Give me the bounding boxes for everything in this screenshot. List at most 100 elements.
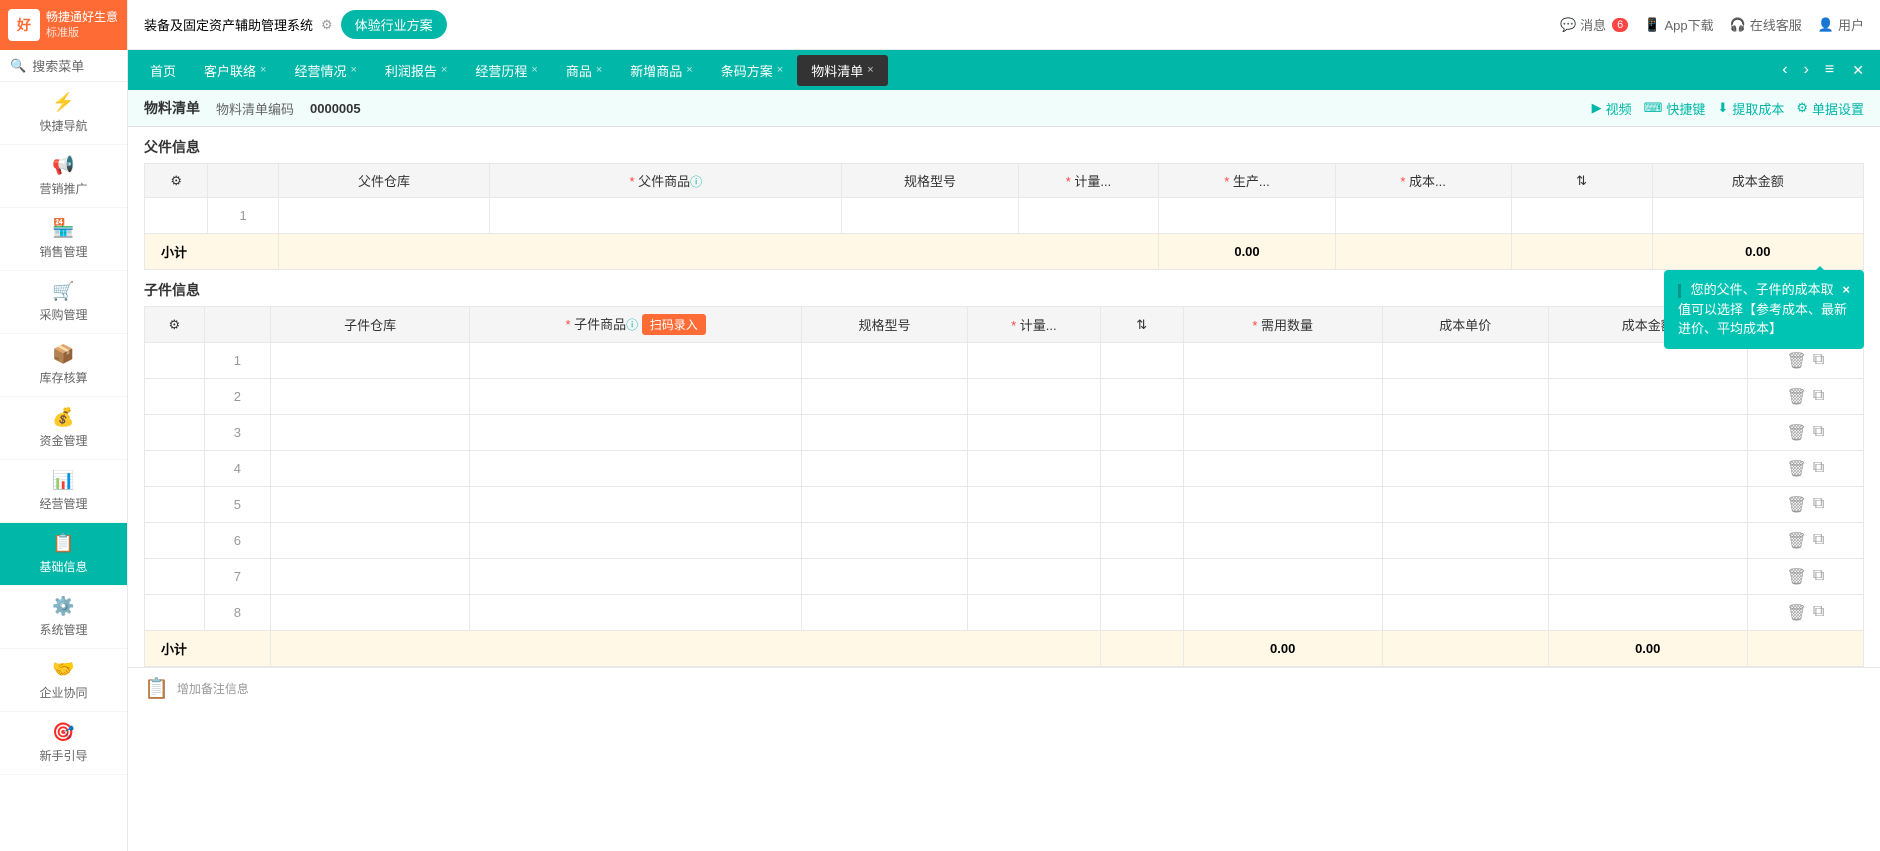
child-row8-spec[interactable]	[802, 595, 968, 631]
delete-icon-2[interactable]: 🗑	[1787, 387, 1807, 407]
child-row4-qty[interactable]	[1183, 451, 1382, 487]
copy-icon-6[interactable]: ⧉	[1813, 531, 1824, 551]
delete-icon-7[interactable]: 🗑	[1787, 567, 1807, 587]
child-row4-warehouse[interactable]	[271, 451, 470, 487]
child-row1-spec[interactable]	[802, 343, 968, 379]
sidebar-item-guide[interactable]: 🎯 新手引导	[0, 712, 127, 775]
tab-profit-close[interactable]: ×	[441, 64, 447, 76]
copy-icon-3[interactable]: ⧉	[1813, 423, 1824, 443]
tab-profit[interactable]: 利润报告 ×	[371, 55, 461, 86]
sidebar-item-operations[interactable]: 📊 经营管理	[0, 460, 127, 523]
child-row6-warehouse[interactable]	[271, 523, 470, 559]
child-row3-unit[interactable]	[967, 415, 1100, 451]
tab-barcode-close[interactable]: ×	[777, 64, 783, 76]
extract-cost-btn[interactable]: ⬇ 提取成本	[1717, 99, 1784, 118]
settings-icon[interactable]: ⚙	[321, 17, 333, 33]
child-row4-spec[interactable]	[802, 451, 968, 487]
sidebar-item-purchase[interactable]: 🛒 采购管理	[0, 271, 127, 334]
child-row3-warehouse[interactable]	[271, 415, 470, 451]
nav-next-btn[interactable]: ›	[1798, 59, 1815, 81]
tab-history-close[interactable]: ×	[531, 64, 537, 76]
child-row4-unit[interactable]	[967, 451, 1100, 487]
user-menu[interactable]: 👤 用户	[1818, 15, 1864, 34]
child-row2-unit[interactable]	[967, 379, 1100, 415]
child-row5-unit[interactable]	[967, 487, 1100, 523]
copy-icon-4[interactable]: ⧉	[1813, 459, 1824, 479]
child-row8-product[interactable]	[470, 595, 802, 631]
child-settings-icon[interactable]: ⚙	[169, 317, 181, 332]
sidebar-item-finance[interactable]: 💰 资金管理	[0, 397, 127, 460]
sidebar-item-enterprise[interactable]: 🤝 企业协同	[0, 649, 127, 712]
child-row6-qty[interactable]	[1183, 523, 1382, 559]
tab-operations[interactable]: 经营情况 ×	[280, 55, 370, 86]
search-menu[interactable]: 🔍 搜索菜单	[0, 50, 127, 82]
nav-prev-btn[interactable]: ‹	[1776, 59, 1793, 81]
child-row7-spec[interactable]	[802, 559, 968, 595]
child-row7-warehouse[interactable]	[271, 559, 470, 595]
child-row6-spec[interactable]	[802, 523, 968, 559]
tab-barcode[interactable]: 条码方案 ×	[707, 55, 797, 86]
copy-icon-2[interactable]: ⧉	[1813, 387, 1824, 407]
tab-goods[interactable]: 商品 ×	[552, 55, 616, 86]
delete-icon-3[interactable]: 🗑	[1787, 423, 1807, 443]
child-row7-unit[interactable]	[967, 559, 1100, 595]
message-btn[interactable]: 💬 消息 6	[1560, 15, 1628, 34]
child-row5-product[interactable]	[470, 487, 802, 523]
delete-icon-1[interactable]: 🗑	[1787, 351, 1807, 371]
online-service-btn[interactable]: 🎧 在线客服	[1730, 15, 1802, 34]
child-row1-qty[interactable]	[1183, 343, 1382, 379]
child-row8-warehouse[interactable]	[271, 595, 470, 631]
delete-icon-5[interactable]: 🗑	[1787, 495, 1807, 515]
parent-row1-warehouse[interactable]	[278, 198, 489, 234]
video-btn[interactable]: ▶ 视频	[1592, 99, 1632, 118]
parent-row1-unit[interactable]	[1018, 198, 1159, 234]
tab-goods-close[interactable]: ×	[596, 64, 602, 76]
child-row5-warehouse[interactable]	[271, 487, 470, 523]
child-row3-spec[interactable]	[802, 415, 968, 451]
shortcut-btn[interactable]: ⌨ 快捷键	[1644, 99, 1706, 118]
tab-customer[interactable]: 客户联络 ×	[190, 55, 280, 86]
nav-menu-btn[interactable]: ≡	[1819, 59, 1840, 81]
sidebar-item-system[interactable]: ⚙️ 系统管理	[0, 586, 127, 649]
app-download-btn[interactable]: 📱 App下载	[1644, 15, 1713, 34]
child-row6-unit[interactable]	[967, 523, 1100, 559]
child-row4-product[interactable]	[470, 451, 802, 487]
sidebar-item-inventory[interactable]: 📦 库存核算	[0, 334, 127, 397]
child-row3-qty[interactable]	[1183, 415, 1382, 451]
tooltip-close-btn[interactable]: ×	[1842, 280, 1850, 300]
copy-icon-5[interactable]: ⧉	[1813, 495, 1824, 515]
child-row5-qty[interactable]	[1183, 487, 1382, 523]
child-row8-unit[interactable]	[967, 595, 1100, 631]
child-row6-product[interactable]	[470, 523, 802, 559]
copy-icon-8[interactable]: ⧉	[1813, 603, 1824, 623]
close-all-tabs-btn[interactable]: ✕	[1844, 60, 1872, 81]
child-row2-spec[interactable]	[802, 379, 968, 415]
tab-new-goods[interactable]: 新增商品 ×	[616, 55, 706, 86]
child-row8-qty[interactable]	[1183, 595, 1382, 631]
delete-icon-6[interactable]: 🗑	[1787, 531, 1807, 551]
sidebar-item-sales[interactable]: 🏪 销售管理	[0, 208, 127, 271]
child-row1-product[interactable]	[470, 343, 802, 379]
tab-newgoods-close[interactable]: ×	[686, 64, 692, 76]
parent-row1-spec[interactable]	[842, 198, 1018, 234]
tab-customer-close[interactable]: ×	[260, 64, 266, 76]
child-row7-qty[interactable]	[1183, 559, 1382, 595]
parent-settings-icon[interactable]: ⚙	[170, 173, 182, 188]
parent-row1-product[interactable]	[490, 198, 842, 234]
child-row7-product[interactable]	[470, 559, 802, 595]
child-row3-product[interactable]	[470, 415, 802, 451]
child-row2-warehouse[interactable]	[271, 379, 470, 415]
child-row1-unit[interactable]	[967, 343, 1100, 379]
parent-row1-cost[interactable]	[1335, 198, 1511, 234]
child-row1-warehouse[interactable]	[271, 343, 470, 379]
sidebar-item-quick-nav[interactable]: ⚡ 快捷导航	[0, 82, 127, 145]
sidebar-item-basic-info[interactable]: 📋 基础信息	[0, 523, 127, 586]
copy-icon-1[interactable]: ⧉	[1813, 351, 1824, 371]
scan-input-btn[interactable]: 扫码录入	[642, 314, 706, 335]
child-row2-qty[interactable]	[1183, 379, 1382, 415]
experience-button[interactable]: 体验行业方案	[341, 10, 447, 39]
tab-bom[interactable]: 物料清单 ×	[797, 55, 887, 86]
receipt-settings-btn[interactable]: ⚙ 单据设置	[1796, 99, 1864, 118]
child-row2-product[interactable]	[470, 379, 802, 415]
tab-bom-close[interactable]: ×	[867, 64, 873, 76]
